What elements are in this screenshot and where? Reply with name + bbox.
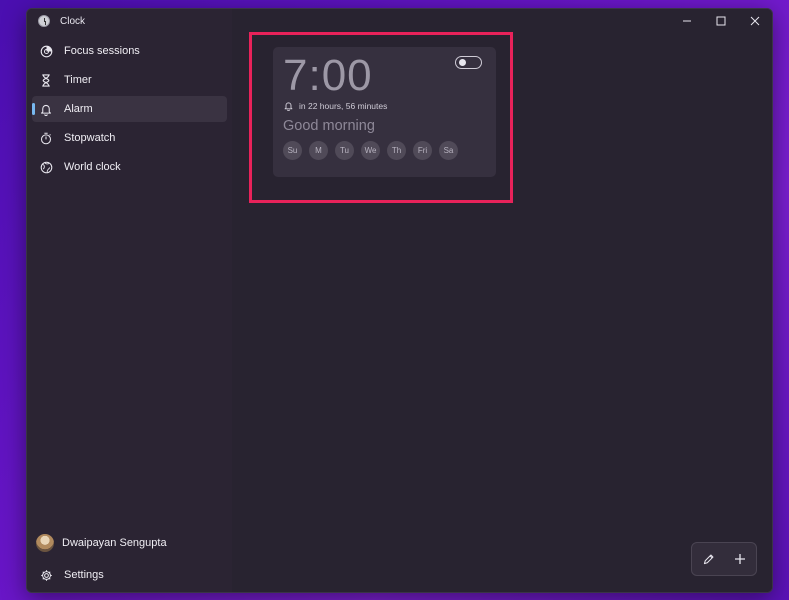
close-button[interactable] [738, 9, 772, 33]
gear-icon [38, 567, 54, 583]
sidebar-item-world-clock[interactable]: World clock [32, 154, 227, 180]
sidebar-item-timer[interactable]: Timer [32, 67, 227, 93]
user-name: Dwaipayan Sengupta [62, 537, 167, 549]
settings-label: Settings [64, 569, 104, 581]
highlight-annotation [249, 32, 513, 203]
sidebar-item-label: Alarm [64, 103, 93, 115]
title-bar: Clock [27, 9, 232, 37]
clock-app-icon [38, 15, 50, 27]
pencil-icon [703, 554, 713, 564]
sidebar-nav: Focus sessions Timer Alarm Stopwatch Wor… [27, 38, 232, 183]
sidebar-item-stopwatch[interactable]: Stopwatch [32, 125, 227, 151]
settings-button[interactable]: Settings [32, 562, 227, 588]
maximize-button[interactable] [704, 9, 738, 33]
bell-icon [38, 101, 54, 117]
globe-icon [38, 159, 54, 175]
hourglass-icon [38, 72, 54, 88]
maximize-icon [716, 16, 726, 26]
avatar [36, 534, 54, 552]
minimize-icon [683, 20, 691, 22]
sidebar-item-label: Stopwatch [64, 132, 116, 144]
sidebar-item-label: Focus sessions [64, 45, 140, 57]
plus-icon [735, 554, 745, 564]
window-controls [670, 9, 772, 33]
sidebar: Clock Focus sessions Timer Alarm Stopwat… [27, 9, 232, 592]
edit-alarms-button[interactable] [697, 548, 719, 570]
sidebar-item-label: World clock [64, 161, 121, 173]
user-account[interactable]: Dwaipayan Sengupta [32, 530, 227, 556]
close-icon [750, 16, 760, 26]
add-alarm-button[interactable] [729, 548, 751, 570]
focus-icon [38, 43, 54, 59]
minimize-button[interactable] [670, 9, 704, 33]
alarm-actions [691, 542, 757, 576]
app-title: Clock [60, 16, 86, 27]
sidebar-item-alarm[interactable]: Alarm [32, 96, 227, 122]
sidebar-item-label: Timer [64, 74, 92, 86]
sidebar-footer: Dwaipayan Sengupta Settings [27, 530, 232, 592]
sidebar-item-focus-sessions[interactable]: Focus sessions [32, 38, 227, 64]
stopwatch-icon [38, 130, 54, 146]
